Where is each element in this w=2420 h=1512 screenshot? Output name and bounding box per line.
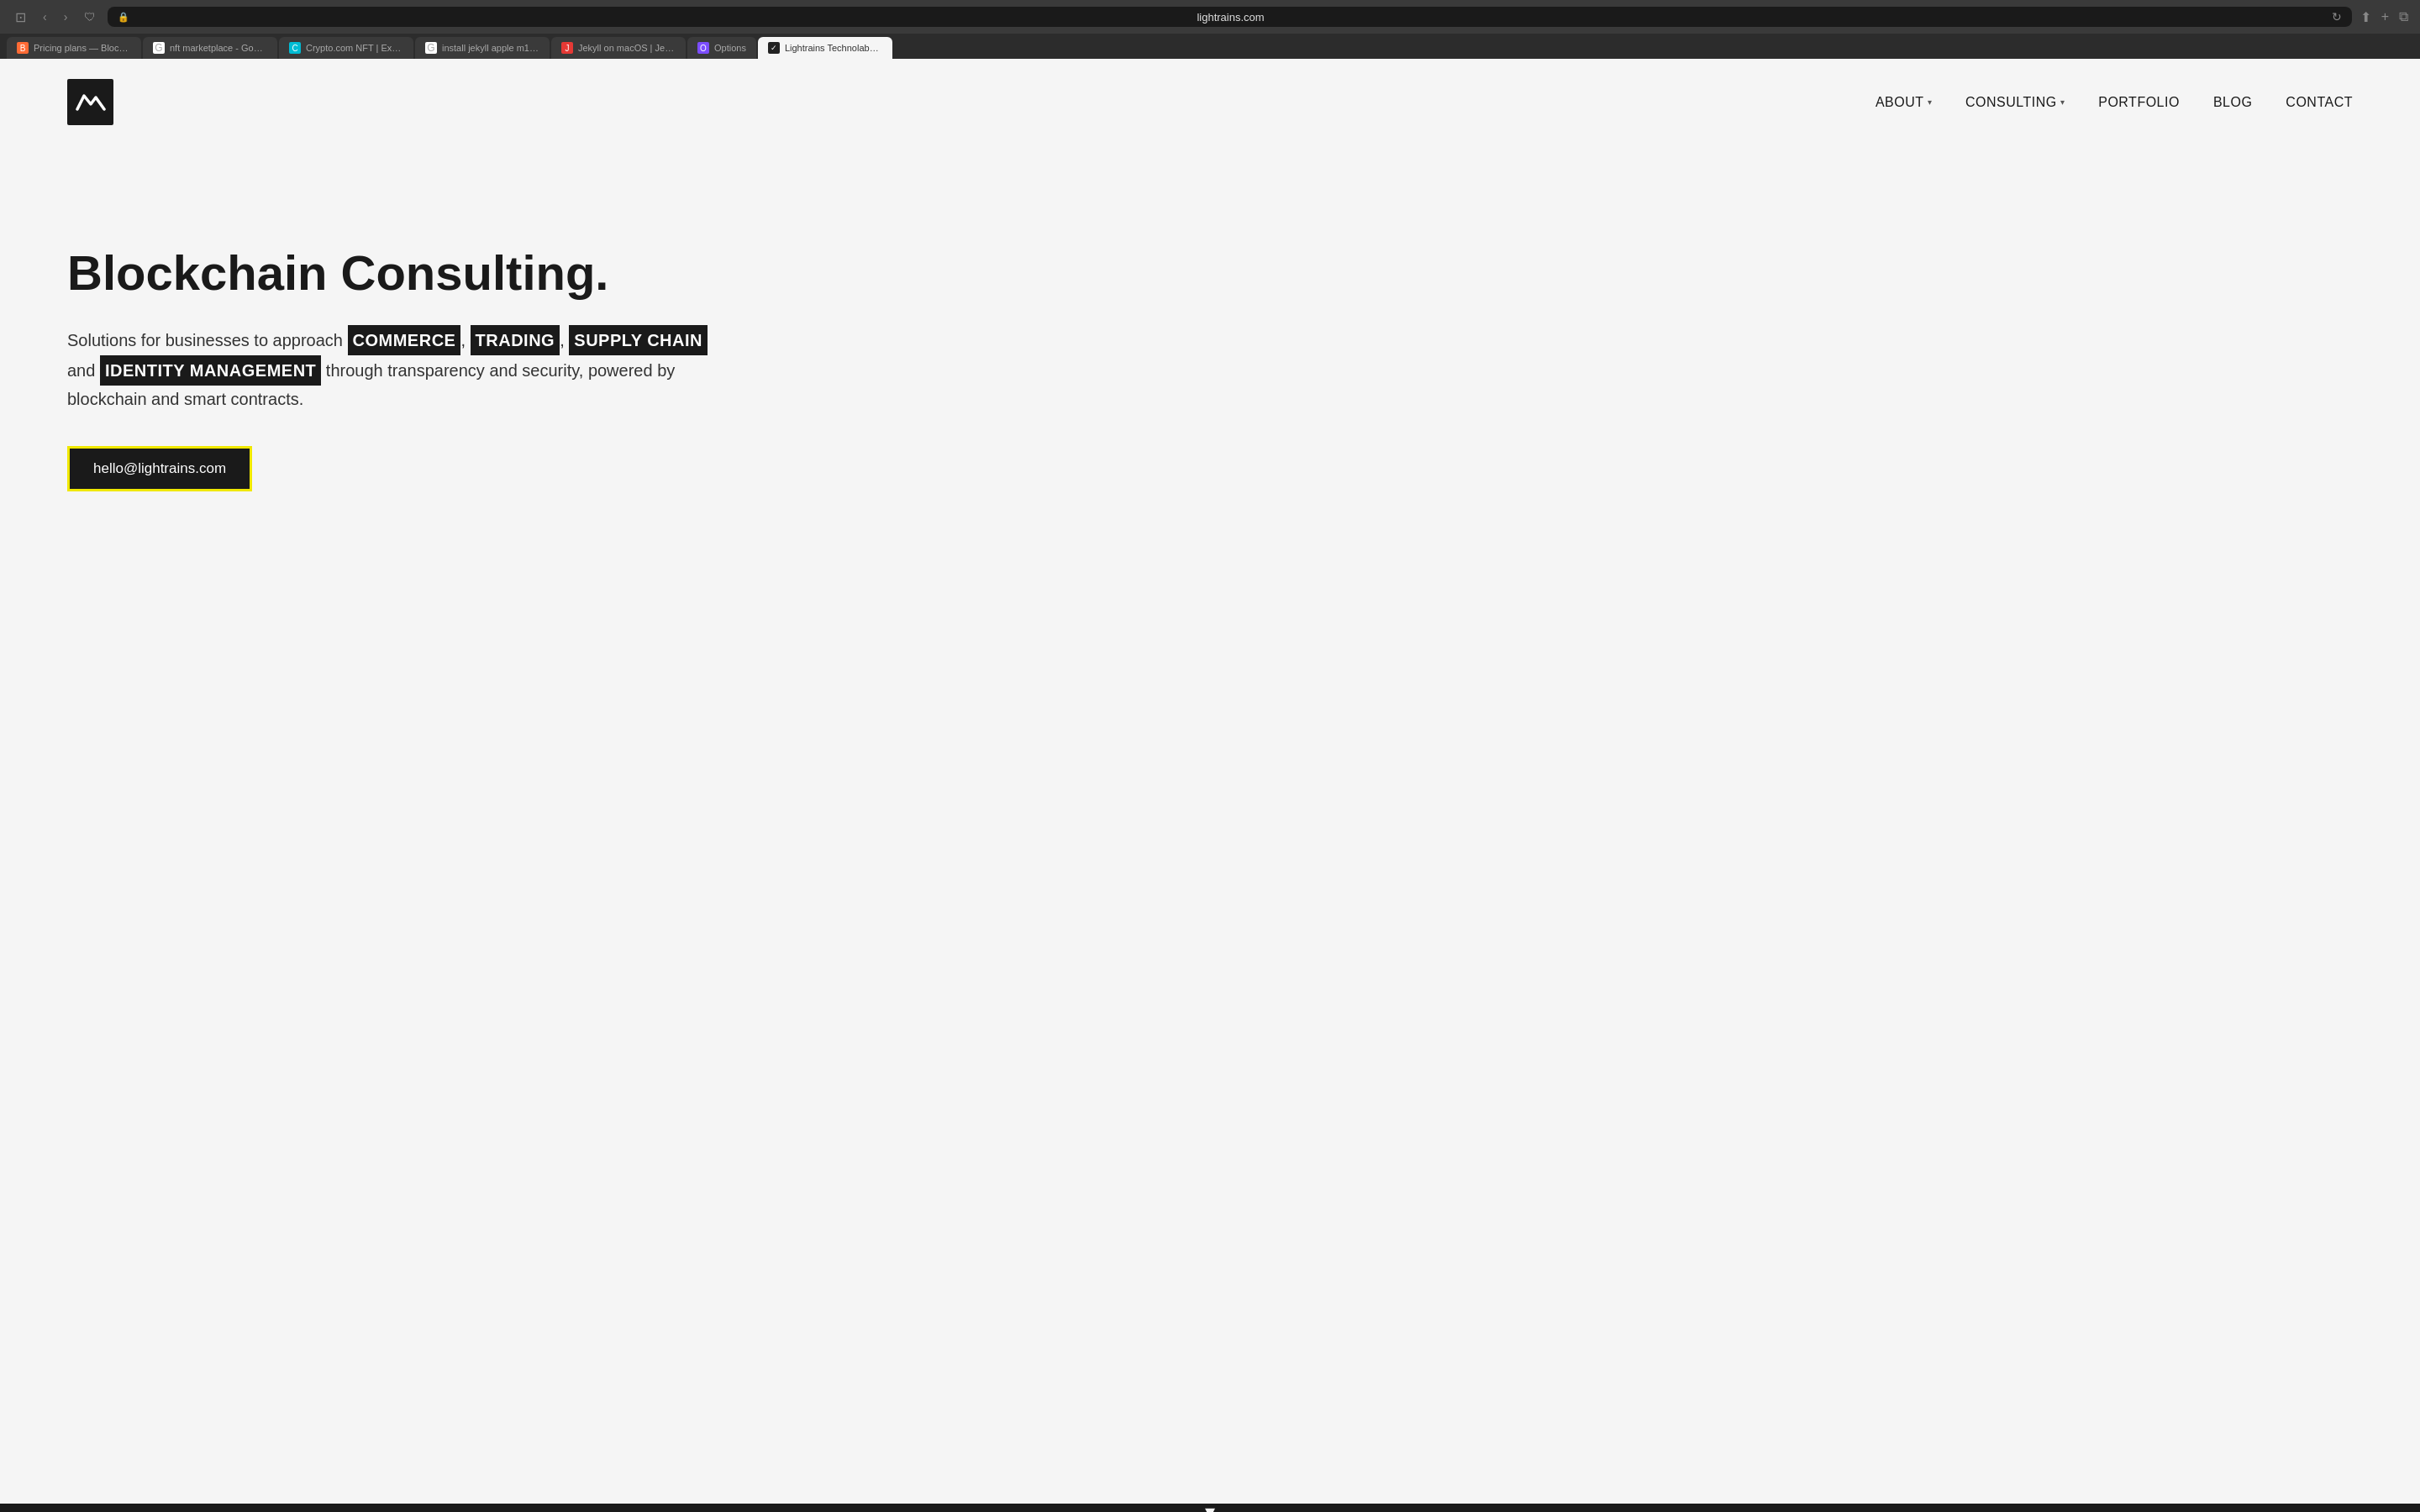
tab-favicon-options: O — [697, 42, 709, 54]
comma2: , — [560, 331, 569, 349]
share-button[interactable]: ⬆ — [2359, 8, 2373, 27]
tabs-overview-button[interactable]: ⧉ — [2397, 8, 2410, 26]
tab-favicon-jekyll-install: G — [425, 42, 437, 54]
and-text: and — [67, 361, 100, 380]
tab-install-jekyll[interactable]: G install jekyll apple m1 - G... — [415, 37, 550, 59]
scroll-down-chevron[interactable]: ▾ — [1205, 1500, 1215, 1512]
nav-link-blog[interactable]: BLOG — [2213, 95, 2252, 110]
cta-button-label: hello@lightrains.com — [93, 460, 226, 476]
tab-jekyll-macos[interactable]: J Jekyll on macOS | Jekyl... — [551, 37, 686, 59]
hero-description-prefix: Solutions for businesses to approach — [67, 331, 348, 349]
tab-label-jekyll-macos: Jekyll on macOS | Jekyl... — [578, 43, 676, 53]
hero-title: Blockchain Consulting. — [67, 246, 941, 300]
tab-favicon-lightrains: ✓ — [768, 42, 780, 54]
tag-commerce: COMMERCE — [348, 325, 461, 355]
nav-links: ABOUT ▾ CONSULTING ▾ PORTFOLIO BLOG — [1876, 95, 2353, 110]
back-button[interactable]: ‹ — [38, 8, 52, 25]
browser-tabs: B Pricing plans — Blockchain G nft marke… — [0, 34, 2420, 59]
browser-toolbar: ⊡ ‹ › 🛡 🔒 ↻ ⬆ + ⧉ — [0, 0, 2420, 34]
tab-favicon-nft: G — [153, 42, 165, 54]
tag-trading: TRADING — [471, 325, 560, 355]
hero-description: Solutions for businesses to approach COM… — [67, 325, 723, 412]
main-nav: ABOUT ▾ CONSULTING ▾ PORTFOLIO BLOG — [0, 59, 2420, 145]
tab-crypto-nft[interactable]: C Crypto.com NFT | Explor... — [279, 37, 413, 59]
nav-link-portfolio[interactable]: PORTFOLIO — [2098, 95, 2180, 110]
tab-label-pricing: Pricing plans — Blockchain — [34, 43, 131, 53]
reload-button[interactable]: ↻ — [2332, 10, 2342, 24]
sidebar-toggle-button[interactable]: ⊡ — [10, 8, 31, 27]
tab-options[interactable]: O Options — [687, 37, 756, 59]
tab-label-crypto: Crypto.com NFT | Explor... — [306, 43, 403, 53]
about-dropdown-arrow: ▾ — [1928, 97, 1933, 107]
address-bar[interactable] — [136, 11, 2324, 24]
tab-label-options: Options — [714, 43, 746, 53]
browser-chrome: ⊡ ‹ › 🛡 🔒 ↻ ⬆ + ⧉ B Pricing plans — Bloc… — [0, 0, 2420, 59]
nav-link-about[interactable]: ABOUT ▾ — [1876, 95, 1932, 110]
tag-identity-management: IDENTITY MANAGEMENT — [100, 355, 321, 386]
consulting-dropdown-arrow: ▾ — [2060, 97, 2065, 107]
tab-favicon-pricing: B — [17, 42, 29, 54]
tab-lightrains[interactable]: ✓ Lightrains Technolabs -... — [758, 37, 892, 59]
tab-favicon-crypto: C — [289, 42, 301, 54]
nav-link-contact[interactable]: CONTACT — [2286, 95, 2353, 110]
forward-button[interactable]: › — [59, 8, 73, 25]
cta-email-button[interactable]: hello@lightrains.com — [67, 446, 252, 491]
footer-bar: ▾ — [0, 1504, 2420, 1512]
new-tab-button[interactable]: + — [2380, 8, 2391, 26]
address-bar-container: 🔒 ↻ — [108, 7, 2351, 27]
tab-favicon-jekyll-macos: J — [561, 42, 573, 54]
hero-section: Blockchain Consulting. Solutions for bus… — [0, 145, 1008, 559]
tab-label-nft: nft marketplace - Google... — [170, 43, 267, 53]
comma1: , — [460, 331, 470, 349]
website-content: ABOUT ▾ CONSULTING ▾ PORTFOLIO BLOG — [0, 59, 2420, 1504]
tab-pricing-plans[interactable]: B Pricing plans — Blockchain — [7, 37, 141, 59]
tag-supply-chain: SUPPLY CHAIN — [569, 325, 708, 355]
tab-label-lightrains: Lightrains Technolabs -... — [785, 43, 882, 53]
logo[interactable] — [67, 79, 113, 125]
lock-icon: 🔒 — [118, 12, 129, 23]
nav-link-consulting[interactable]: CONSULTING ▾ — [1965, 95, 2065, 110]
shield-icon: 🛡 — [79, 8, 101, 25]
tab-label-jekyll-install: install jekyll apple m1 - G... — [442, 43, 539, 53]
tab-nft-marketplace[interactable]: G nft marketplace - Google... — [143, 37, 277, 59]
